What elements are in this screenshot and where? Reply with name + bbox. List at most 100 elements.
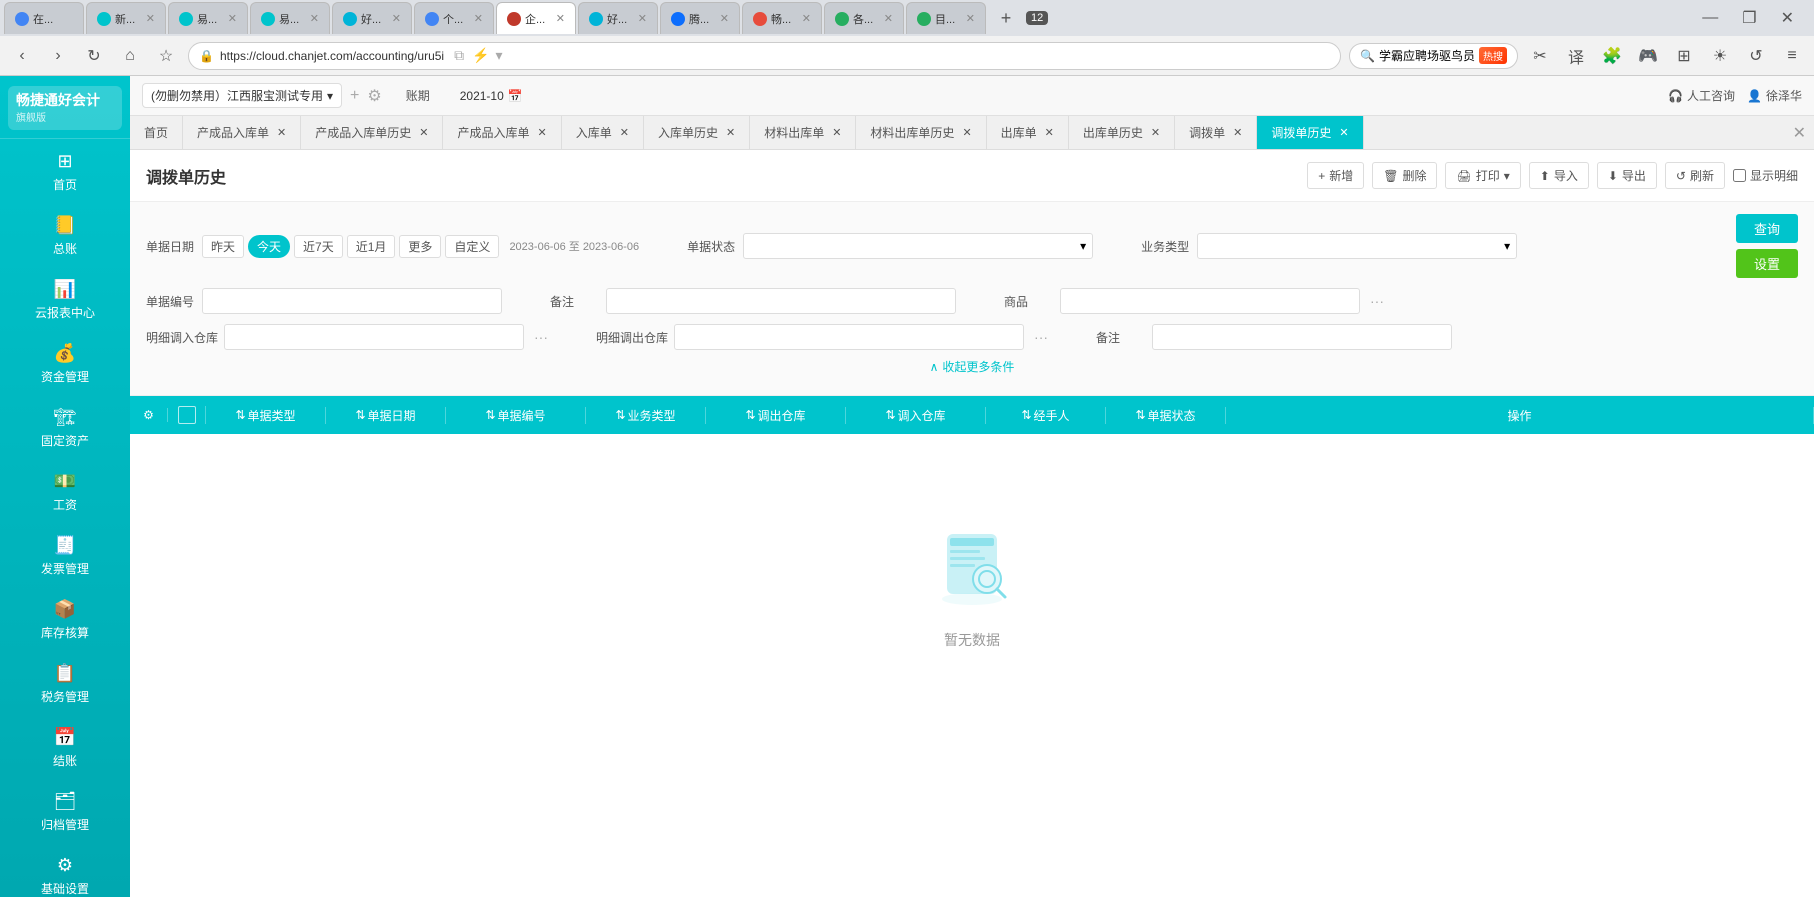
tab-close-12[interactable]: ✕ [966,12,975,25]
tab-11[interactable]: 各... ✕ [824,2,904,34]
grid-icon[interactable]: ⊞ [1670,42,1698,70]
page-tabs-close-all[interactable]: ✕ [1793,123,1814,143]
detail-out-more-icon[interactable]: ··· [1034,329,1048,345]
goods-more-icon[interactable]: ··· [1370,293,1384,309]
print-button[interactable]: 🖨 打印 ▾ [1445,162,1520,189]
tab-5[interactable]: 好... ✕ [332,2,412,34]
filter-biztype-select[interactable]: ▾ [1197,233,1517,259]
dropdown-icon[interactable]: ▾ [496,47,503,64]
sidebar-item-inventory[interactable]: 📦 库存核算 [4,589,126,651]
th-checkbox[interactable] [168,406,206,424]
page-tab-dbls-close[interactable]: ✕ [1339,126,1348,139]
forward-button[interactable]: › [44,42,72,70]
tab-close-10[interactable]: ✕ [802,12,811,25]
minimize-button[interactable]: — [1694,7,1726,29]
page-tab-cprk[interactable]: 产成品入库单 ✕ [183,116,301,149]
tab-close-2[interactable]: ✕ [146,12,155,25]
page-tab-clckls-close[interactable]: ✕ [962,126,971,139]
query-button[interactable]: 查询 [1736,214,1798,243]
tab-8[interactable]: 好... ✕ [578,2,658,34]
sidebar-item-reports[interactable]: 📊 云报表中心 [4,269,126,331]
filter-detail-out-input[interactable] [674,324,1024,350]
tab-1[interactable]: 在... [4,2,84,34]
tab-close-11[interactable]: ✕ [884,12,893,25]
collapse-button[interactable]: ∧ 收起更多条件 [918,354,1027,379]
tab-7[interactable]: 企... ✕ [496,2,576,34]
sidebar-item-closing[interactable]: 📅 结账 [4,717,126,779]
date-btn-custom[interactable]: 自定义 [445,235,499,258]
tab-6[interactable]: 个... ✕ [414,2,494,34]
user-button[interactable]: 👤 徐泽华 [1747,87,1802,104]
th-doc-type[interactable]: ⇅ 单据类型 [206,407,326,424]
tab-close-5[interactable]: ✕ [392,12,401,25]
tab-close-6[interactable]: ✕ [474,12,483,25]
page-tab-ckls-close[interactable]: ✕ [1151,126,1160,139]
browser-search[interactable]: 🔍 学霸应聘场驱鸟员 热搜 [1349,43,1518,69]
filter-status-select[interactable]: ▾ [743,233,1093,259]
theme-icon[interactable]: ☀ [1706,42,1734,70]
date-btn-1month[interactable]: 近1月 [347,235,396,258]
th-doc-no[interactable]: ⇅ 单据编号 [446,407,586,424]
bookmark-button[interactable]: ☆ [152,42,180,70]
page-tab-clck[interactable]: 材料出库单 ✕ [750,116,856,149]
tab-3[interactable]: 易... ✕ [168,2,248,34]
date-btn-more[interactable]: 更多 [399,235,441,258]
th-biz-type[interactable]: ⇅ 业务类型 [586,407,706,424]
page-tab-rkls-close[interactable]: ✕ [726,126,735,139]
sidebar-item-invoice[interactable]: 🧾 发票管理 [4,525,126,587]
th-doc-status[interactable]: ⇅ 单据状态 [1106,407,1226,424]
page-tab-ckls[interactable]: 出库单历史 ✕ [1069,116,1175,149]
print-dropdown[interactable]: ▾ [1504,169,1510,183]
th-doc-date[interactable]: ⇅ 单据日期 [326,407,446,424]
address-bar[interactable]: 🔒 https://cloud.chanjet.com/accounting/u… [188,42,1341,70]
page-tab-ck[interactable]: 出库单 ✕ [987,116,1069,149]
filter-docno-input[interactable] [202,288,502,314]
page-tab-db-close[interactable]: ✕ [1233,126,1242,139]
home-button[interactable]: ⌂ [116,42,144,70]
tab-close-3[interactable]: ✕ [228,12,237,25]
refresh-button[interactable]: ↺ 刷新 [1665,162,1725,189]
game-icon[interactable]: 🎮 [1634,42,1662,70]
page-tab-rkls[interactable]: 入库单历史 ✕ [644,116,750,149]
company-selector[interactable]: (勿删勿禁用）江西服宝测试专用 ▾ [142,83,342,108]
tab-2[interactable]: 新... ✕ [86,2,166,34]
tab-12[interactable]: 目... ✕ [906,2,986,34]
page-tab-rk[interactable]: 入库单 ✕ [562,116,644,149]
page-tab-cprk2[interactable]: 产成品入库单 ✕ [443,116,561,149]
page-tab-cprk2-close[interactable]: ✕ [538,126,547,139]
new-button[interactable]: + 新增 [1307,162,1364,189]
sidebar-item-salary[interactable]: 💵 工资 [4,461,126,523]
sidebar-item-ledger[interactable]: 📒 总账 [4,205,126,267]
th-transfer-in[interactable]: ⇅ 调入仓库 [846,407,986,424]
tab-9[interactable]: 腾... ✕ [660,2,740,34]
th-settings[interactable]: ⚙ [130,408,168,422]
sidebar-item-fixed[interactable]: 🏗 固定资产 [4,397,126,459]
page-tab-cprkls-close[interactable]: ✕ [419,126,428,139]
date-btn-yesterday[interactable]: 昨天 [202,235,244,258]
new-tab-button[interactable]: + [992,4,1020,32]
sidebar-item-tax[interactable]: 📋 税务管理 [4,653,126,715]
tab-close-8[interactable]: ✕ [638,12,647,25]
tab-close-9[interactable]: ✕ [720,12,729,25]
service-button[interactable]: 🎧 人工咨询 [1668,87,1735,104]
show-all-input[interactable] [1733,169,1746,182]
header-checkbox[interactable] [178,406,196,424]
page-tab-clck-close[interactable]: ✕ [832,126,841,139]
sidebar-item-archive[interactable]: 🗂 归档管理 [4,781,126,843]
tab-close-4[interactable]: ✕ [310,12,319,25]
import-button[interactable]: ⬆ 导入 [1529,162,1589,189]
page-tab-db[interactable]: 调拨单 ✕ [1175,116,1257,149]
undo-icon[interactable]: ↺ [1742,42,1770,70]
page-tab-cprk-close[interactable]: ✕ [277,126,286,139]
page-tab-clckls[interactable]: 材料出库单历史 ✕ [856,116,986,149]
page-tab-cprkls[interactable]: 产成品入库单历史 ✕ [301,116,443,149]
page-tab-home[interactable]: 首页 [130,116,183,149]
menu-icon[interactable]: ≡ [1778,42,1806,70]
setting-button[interactable]: 设置 [1736,249,1798,278]
calendar-icon[interactable]: 📅 [508,89,523,103]
delete-button[interactable]: 🗑 删除 [1372,162,1437,189]
translate-icon[interactable]: 译 [1562,42,1590,70]
tab-close-7[interactable]: ✕ [556,12,565,25]
reload-button[interactable]: ↻ [80,42,108,70]
filter-detail-in-input[interactable] [224,324,524,350]
